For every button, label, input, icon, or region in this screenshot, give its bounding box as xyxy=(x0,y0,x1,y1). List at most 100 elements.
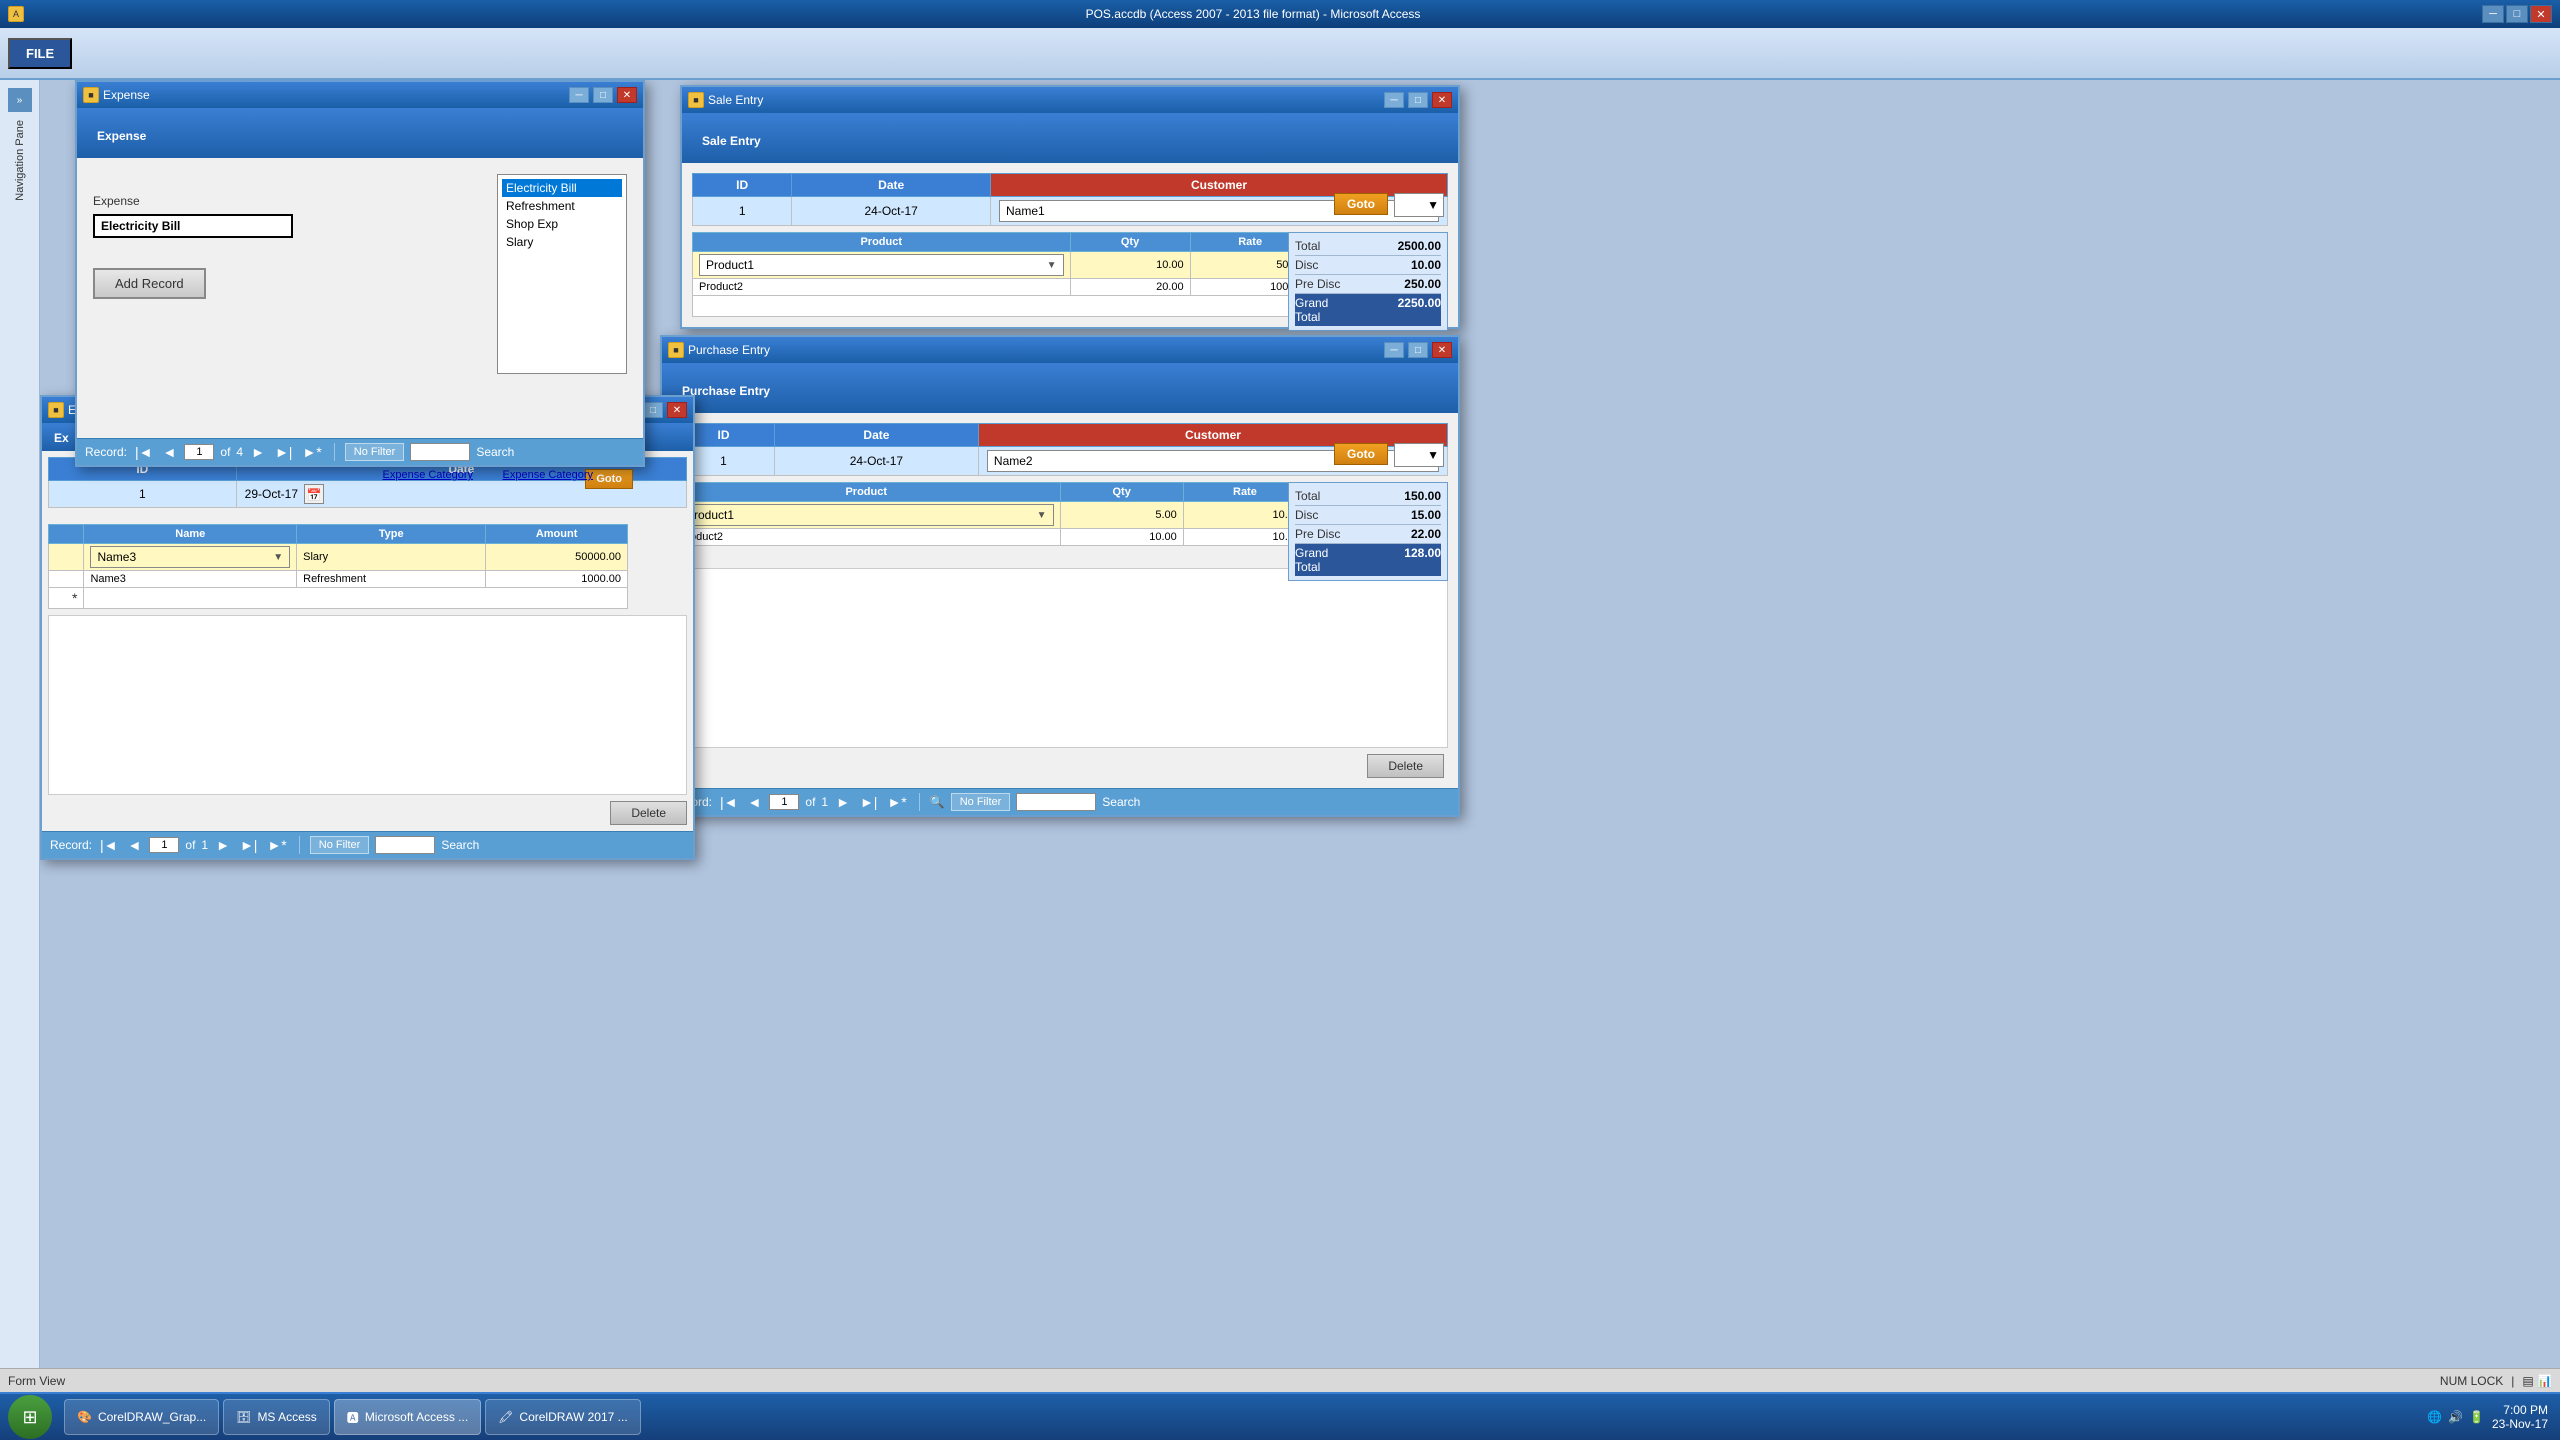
expense-popup-nav-new[interactable]: ►* xyxy=(300,444,323,460)
minimize-btn[interactable]: ─ xyxy=(2482,5,2504,23)
purchase-nav-last[interactable]: ►| xyxy=(858,794,880,810)
expense-no-filter-btn[interactable]: No Filter xyxy=(310,836,370,854)
expense-input[interactable] xyxy=(93,214,293,238)
msaccess2-icon: 🅰 xyxy=(347,1409,359,1426)
purchase-goto-combo[interactable]: ▼ xyxy=(1394,443,1444,467)
expense-delete-btn[interactable]: Delete xyxy=(610,801,687,825)
expense-popup-nav-prev[interactable]: ◄ xyxy=(161,444,179,460)
purchase-maximize-btn[interactable]: □ xyxy=(1408,342,1428,358)
expense-nav-first[interactable]: |◄ xyxy=(98,837,120,853)
sale-close-btn[interactable]: ✕ xyxy=(1432,92,1452,108)
calendar-icon[interactable]: 📅 xyxy=(304,484,324,504)
nav-label: Navigation Pane xyxy=(14,120,26,201)
expense-nav-next[interactable]: ► xyxy=(214,837,232,853)
expense-nav-new[interactable]: ►* xyxy=(265,837,288,853)
sale-goto-combo[interactable]: ▼ xyxy=(1394,193,1444,217)
purchase-nav-current[interactable] xyxy=(769,794,799,810)
nav-toggle-btn[interactable]: » xyxy=(8,88,32,112)
purchase-nav-of: of xyxy=(805,795,815,809)
purchase-grandtotal-label: Grand Total xyxy=(1295,546,1341,574)
expense-list-item-2[interactable]: Shop Exp xyxy=(502,215,622,233)
purchase-predisc-val: 22.00 xyxy=(1371,527,1441,541)
clock[interactable]: 7:00 PM 23-Nov-17 xyxy=(2492,1403,2548,1431)
expense-popup-nav-first[interactable]: |◄ xyxy=(133,444,155,460)
sale-entry-title: Sale Entry xyxy=(708,93,1380,107)
purchase-predisc-row: Pre Disc 22.00 xyxy=(1295,525,1441,544)
status-bar: Form View NUM LOCK | ▤ 📊 xyxy=(0,1368,2560,1392)
add-record-btn[interactable]: Add Record xyxy=(93,268,206,299)
purchase-nav-new[interactable]: ►* xyxy=(885,794,908,810)
expense-category-link2[interactable]: Expense Category xyxy=(383,469,474,481)
purchase-qty1: 10.00 xyxy=(1060,529,1183,546)
expense-list-item-1[interactable]: Refreshment xyxy=(502,197,622,215)
purchase-nav-prev[interactable]: ◄ xyxy=(746,794,764,810)
purchase-qty0: 5.00 xyxy=(1060,502,1183,529)
purchase-close-btn[interactable]: ✕ xyxy=(1432,342,1452,358)
purchase-delete-btn[interactable]: Delete xyxy=(1367,754,1444,778)
purchase-goto-btn[interactable]: Goto xyxy=(1334,443,1388,465)
taskbar-item-msaccess2[interactable]: 🅰 Microsoft Access ... xyxy=(334,1399,481,1435)
expense-popup-nav-next[interactable]: ► xyxy=(249,444,267,460)
sale-goto-btn[interactable]: Goto xyxy=(1334,193,1388,215)
sale-product1-name: Product2 xyxy=(693,279,1071,296)
maximize-btn[interactable]: □ xyxy=(2506,5,2528,23)
expense-popup-nav-current[interactable] xyxy=(184,444,214,460)
coreldraw2-icon: 🖍 xyxy=(498,1410,513,1424)
sale-maximize-btn[interactable]: □ xyxy=(1408,92,1428,108)
taskbar-item-coreldraw2[interactable]: 🖍 CorelDRAW 2017 ... xyxy=(485,1399,641,1435)
sale-grandtotal-row: Grand Total 2250.00 xyxy=(1295,294,1441,326)
expense-nav-current[interactable] xyxy=(149,837,179,853)
expense-amount-header: Amount xyxy=(486,525,628,544)
purchase-entry-header: Purchase Entry xyxy=(662,363,1458,413)
expense-popup-maximize[interactable]: □ xyxy=(593,87,613,103)
expense-popup-no-filter[interactable]: No Filter xyxy=(345,443,405,461)
purchase-product0-combo[interactable]: Product1 ▼ xyxy=(679,504,1054,526)
expense-list-item-0[interactable]: Electricity Bill xyxy=(502,179,622,197)
expense-nav-last[interactable]: ►| xyxy=(238,837,260,853)
purchase-nav-next[interactable]: ► xyxy=(834,794,852,810)
purchase-master-row: 1 24-Oct-17 Name2 ▼ xyxy=(673,447,1448,476)
file-button[interactable]: FILE xyxy=(8,38,72,69)
sale-total-row: Total 2500.00 xyxy=(1295,237,1441,256)
expense-main-close[interactable]: ✕ xyxy=(667,402,687,418)
purchase-subform: Product Qty Rate Amount Product1 ▼ xyxy=(672,482,1448,562)
expense-popup-right: Electricity Bill Refreshment Shop Exp Sl… xyxy=(497,174,627,422)
purchase-entry-body: ID Date Customer 1 24-Oct-17 Name2 xyxy=(662,413,1458,788)
expense-popup-close[interactable]: ✕ xyxy=(617,87,637,103)
sale-grandtotal-label: Grand Total xyxy=(1295,296,1341,324)
start-button[interactable]: ⊞ xyxy=(8,1395,52,1439)
sale-minimize-btn[interactable]: ─ xyxy=(1384,92,1404,108)
expense-list-item-3[interactable]: Slary xyxy=(502,233,622,251)
status-text: Form View xyxy=(8,1374,65,1388)
expense-listbox[interactable]: Electricity Bill Refreshment Shop Exp Sl… xyxy=(497,174,627,374)
purchase-nav-first[interactable]: |◄ xyxy=(718,794,740,810)
coreldraw-icon: 🎨 xyxy=(77,1410,92,1424)
sale-product0-combo[interactable]: Product1 ▼ xyxy=(699,254,1064,276)
expense-popup-minimize[interactable]: ─ xyxy=(569,87,589,103)
expense-popup-search-label: Search xyxy=(476,445,514,459)
expense-search-input[interactable] xyxy=(375,836,435,854)
purchase-total-row: Total 150.00 xyxy=(1295,487,1441,506)
expense-nav-prev[interactable]: ◄ xyxy=(126,837,144,853)
expense-popup-search[interactable] xyxy=(410,443,470,461)
expense-search-label: Search xyxy=(441,838,479,852)
purchase-delete-section: Delete xyxy=(672,754,1448,778)
sale-qty0: 10.00 xyxy=(1070,252,1190,279)
expense-popup-nav-bar: Record: |◄ ◄ of 4 ► ►| ►* No Filter Sear… xyxy=(77,438,643,465)
purchase-minimize-btn[interactable]: ─ xyxy=(1384,342,1404,358)
expense-name0-combo[interactable]: Name3 ▼ xyxy=(90,546,290,568)
expense-main-maximize[interactable]: □ xyxy=(643,402,663,418)
taskbar-item-msaccess[interactable]: 🗄 MS Access xyxy=(223,1399,330,1435)
expense-popup-nav-last[interactable]: ►| xyxy=(273,444,295,460)
expense-category-link[interactable]: Expense Category xyxy=(503,469,594,481)
close-btn[interactable]: ✕ xyxy=(2530,5,2552,23)
purchase-grandtotal-row: Grand Total 128.00 xyxy=(1295,544,1441,576)
purchase-entry-form-title: Purchase Entry xyxy=(682,384,770,398)
purchase-total-val: 150.00 xyxy=(1371,489,1441,503)
purchase-search-input[interactable] xyxy=(1016,793,1096,811)
purchase-no-filter-btn[interactable]: No Filter xyxy=(951,793,1011,811)
expense-name-header: Name xyxy=(84,525,297,544)
taskbar-item-coreldraw[interactable]: 🎨 CorelDRAW_Grap... xyxy=(64,1399,219,1435)
expense-detail-section: Name Type Amount Name3 ▼ xyxy=(42,514,693,615)
sale-grandtotal-val: 2250.00 xyxy=(1371,296,1441,324)
